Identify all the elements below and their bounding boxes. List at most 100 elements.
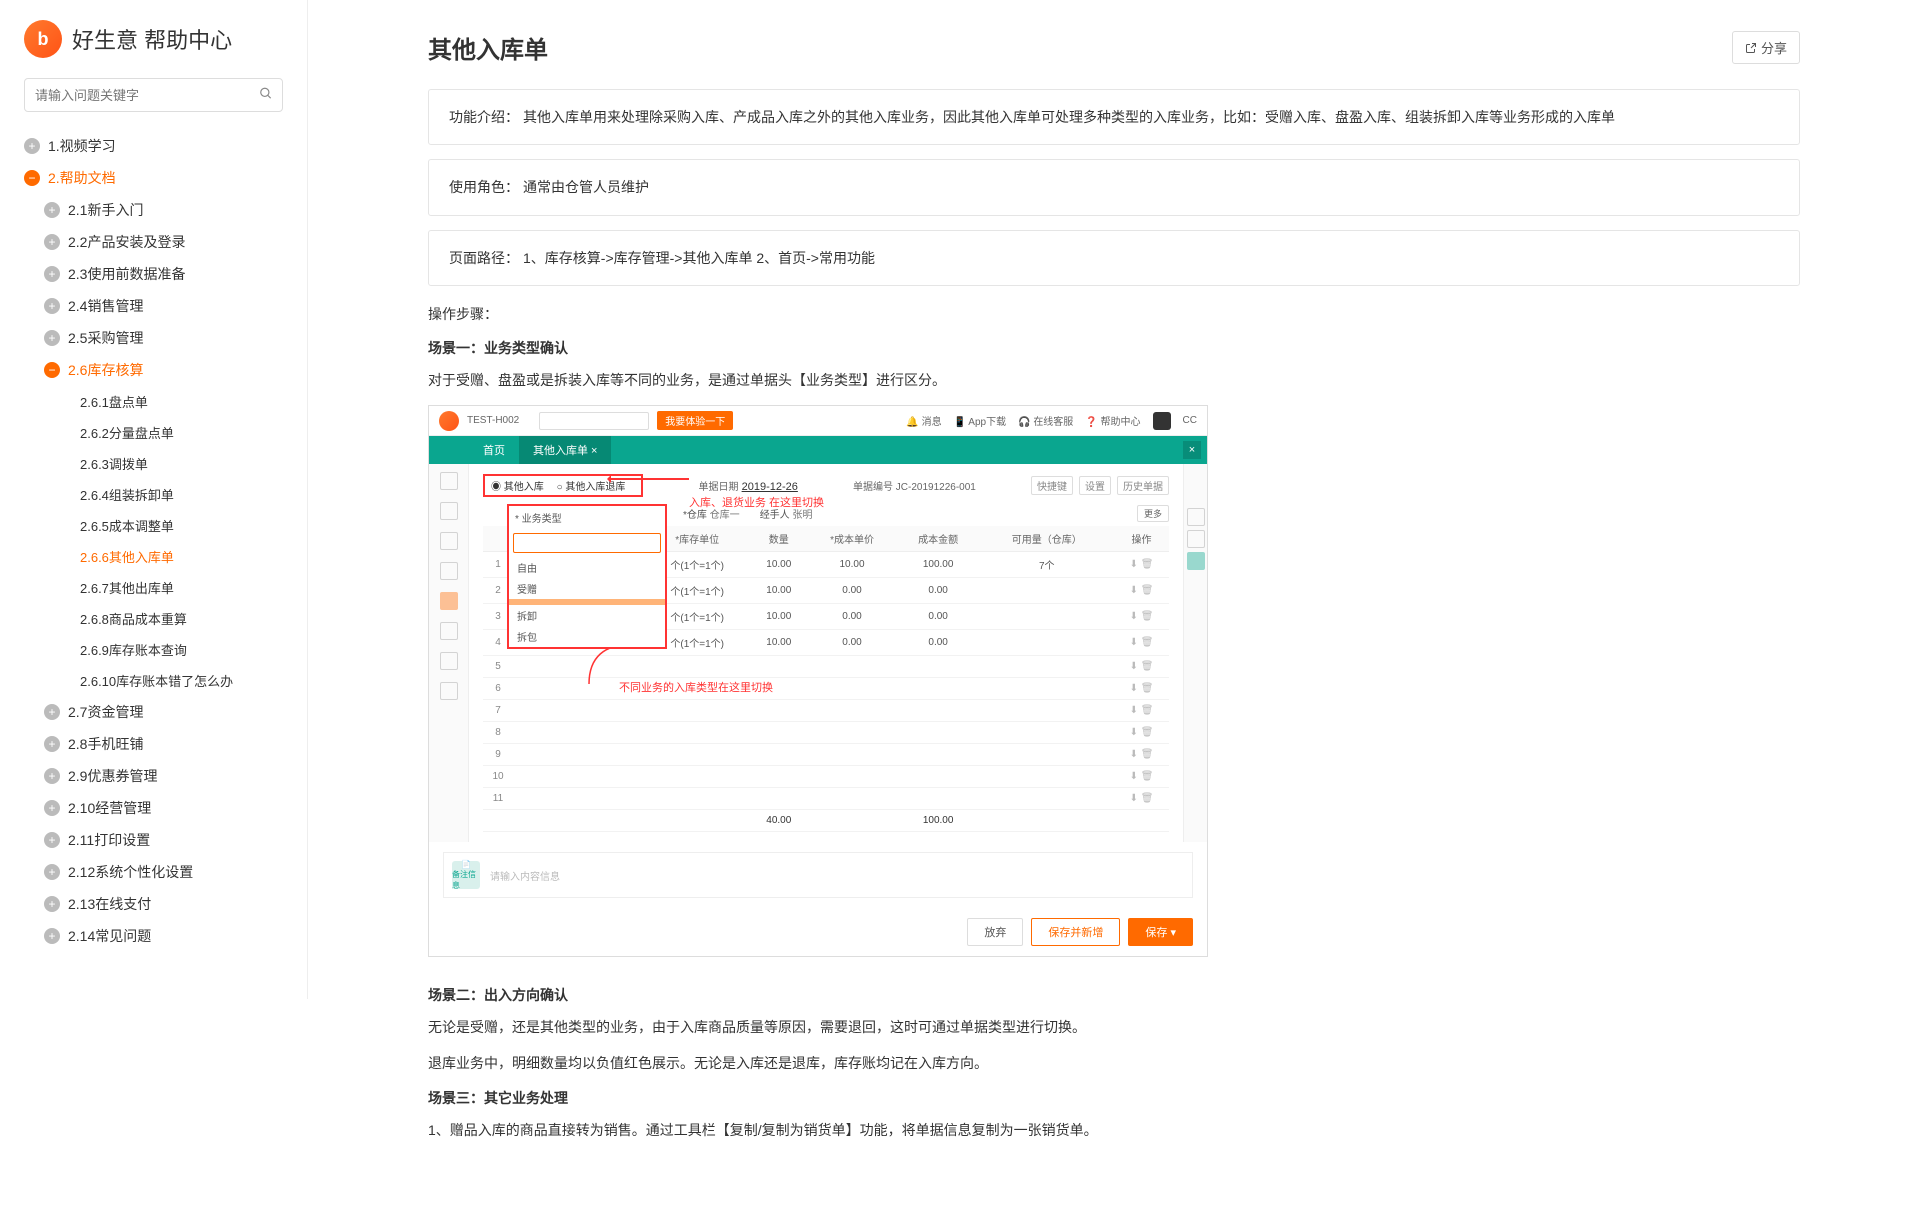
shot-side-icon	[440, 622, 458, 640]
shot-tabs: 首页 其他入库单 × ×	[429, 436, 1207, 464]
shot-tb-hotkey: 快捷键	[1031, 476, 1073, 495]
table-cell: ⬇ 🗑	[1114, 678, 1169, 700]
scene2-text2: 退库业务中，明细数量均以负值红色展示。无论是入库还是退库，库存账均记在入库方向。	[428, 1051, 1800, 1076]
nav-item-label: 2.6.9库存账本查询	[80, 640, 187, 659]
steps-title: 操作步骤：	[428, 304, 1800, 324]
minus-icon: −	[24, 170, 40, 186]
table-cell	[513, 656, 561, 678]
shot-side-icon	[440, 532, 458, 550]
nav-item[interactable]: 2.6.9库存账本查询	[24, 634, 283, 665]
shot-header-right: 🔔 消息 📱 App下载 🎧 在线客服 ❓ 帮助中心 CC	[906, 412, 1197, 430]
table-cell	[750, 766, 807, 788]
table-cell	[644, 656, 750, 678]
table-cell	[750, 744, 807, 766]
table-cell	[644, 722, 750, 744]
table-row: 9⬇ 🗑	[483, 744, 1169, 766]
nav-item[interactable]: +2.12系统个性化设置	[24, 856, 283, 888]
nav-item[interactable]: 2.6.8商品成本重算	[24, 603, 283, 634]
nav-item[interactable]: +2.3使用前数据准备	[24, 258, 283, 290]
nav-item[interactable]: +2.13在线支付	[24, 888, 283, 920]
nav-item-label: 2.6.2分量盘点单	[80, 423, 174, 442]
table-cell	[807, 766, 897, 788]
table-cell: 0.00	[807, 630, 897, 656]
table-header: 成本金额	[897, 526, 980, 552]
table-cell	[980, 678, 1115, 700]
nav-item-label: 2.6.8商品成本重算	[80, 609, 187, 628]
nav-item[interactable]: +2.2产品安装及登录	[24, 226, 283, 258]
nav-item[interactable]: +2.9优惠券管理	[24, 760, 283, 792]
nav-item-label: 2.帮助文档	[48, 168, 116, 188]
nav-item[interactable]: +2.5采购管理	[24, 322, 283, 354]
nav-item-label: 2.14常见问题	[68, 926, 151, 946]
plus-icon: +	[44, 266, 60, 282]
shot-hr-user: CC	[1183, 415, 1197, 426]
shot-select-dropdown: * 业务类型 自由 受赠 拆卸 拆包	[507, 504, 667, 649]
nav-item[interactable]: +2.7资金管理	[24, 696, 283, 728]
nav-item[interactable]: +2.4销售管理	[24, 290, 283, 322]
shot-toolbar: 快捷键 设置 历史单据	[1031, 476, 1169, 495]
table-cell: 100.00	[897, 552, 980, 578]
table-cell	[644, 766, 750, 788]
shot-logo-icon	[439, 411, 459, 431]
nav-item-label: 2.6.10库存账本错了怎么办	[80, 671, 233, 690]
shot-radio-in: ◉ 其他入库	[491, 482, 544, 493]
shot-header: TEST-H002 我要体验一下 🔔 消息 📱 App下载 🎧 在线客服 ❓ 帮…	[429, 406, 1207, 436]
table-cell	[513, 700, 561, 722]
nav-item[interactable]: 2.6.5成本调整单	[24, 510, 283, 541]
table-cell	[750, 700, 807, 722]
plus-icon: +	[44, 864, 60, 880]
nav-item[interactable]: +1.视频学习	[24, 130, 283, 162]
table-cell	[807, 722, 897, 744]
nav-item[interactable]: 2.6.2分量盘点单	[24, 417, 283, 448]
nav-item[interactable]: +2.10经营管理	[24, 792, 283, 824]
search-icon[interactable]	[259, 87, 273, 104]
nav-item[interactable]: −2.6库存核算	[24, 354, 283, 386]
table-cell	[561, 722, 644, 744]
table-cell: ⬇ 🗑	[1114, 604, 1169, 630]
shot-select-opt: 拆包	[509, 626, 665, 647]
table-cell	[807, 700, 897, 722]
nav-item[interactable]: +2.1新手入门	[24, 194, 283, 226]
table-cell	[980, 578, 1115, 604]
nav-item[interactable]: 2.6.10库存账本错了怎么办	[24, 665, 283, 696]
nav-item[interactable]: 2.6.1盘点单	[24, 386, 283, 417]
nav-item-label: 2.6.4组装拆卸单	[80, 485, 174, 504]
table-cell	[980, 604, 1115, 630]
table-cell	[807, 744, 897, 766]
nav-item[interactable]: 2.6.7其他出库单	[24, 572, 283, 603]
nav-item[interactable]: −2.帮助文档	[24, 162, 283, 194]
nav-item[interactable]: 2.6.4组装拆卸单	[24, 479, 283, 510]
table-cell: 10.00	[750, 630, 807, 656]
shot-select-opt: 拆卸	[509, 605, 665, 626]
table-cell	[980, 788, 1115, 810]
table-cell: ⬇ 🗑	[1114, 578, 1169, 604]
table-cell: 10.00	[750, 552, 807, 578]
shot-gutter-icon	[1187, 530, 1205, 548]
nav-item-label: 2.10经营管理	[68, 798, 151, 818]
shot-select-opt: 自由	[509, 557, 665, 578]
table-cell	[980, 630, 1115, 656]
shot-search-input	[539, 412, 649, 430]
nav-item[interactable]: +2.14常见问题	[24, 920, 283, 952]
nav-item-label: 2.5采购管理	[68, 328, 143, 348]
table-cell	[897, 722, 980, 744]
search-input[interactable]	[24, 78, 283, 112]
shot-select-opt: 受赠	[509, 578, 665, 599]
nav-item[interactable]: 2.6.6其他入库单	[24, 541, 283, 572]
shot-header-title: TEST-H002	[467, 415, 519, 426]
table-header: 可用量（仓库）	[980, 526, 1115, 552]
nav-item-label: 2.11打印设置	[68, 830, 150, 850]
shot-gutter-icon	[1187, 552, 1205, 570]
table-cell	[561, 788, 644, 810]
shot-docno: 单据编号 JC-20191226-001	[853, 478, 976, 493]
shot-side-icon	[440, 592, 458, 610]
nav-item-label: 2.6.6其他入库单	[80, 547, 174, 566]
nav-item[interactable]: 2.6.3调拨单	[24, 448, 283, 479]
minus-icon: −	[44, 362, 60, 378]
table-cell	[644, 700, 750, 722]
table-header: *成本单价	[807, 526, 897, 552]
share-button[interactable]: 分享	[1732, 31, 1800, 64]
sidebar: b 好生意 帮助中心 +1.视频学习−2.帮助文档+2.1新手入门+2.2产品安…	[0, 0, 308, 999]
nav-item[interactable]: +2.8手机旺铺	[24, 728, 283, 760]
nav-item[interactable]: +2.11打印设置	[24, 824, 283, 856]
